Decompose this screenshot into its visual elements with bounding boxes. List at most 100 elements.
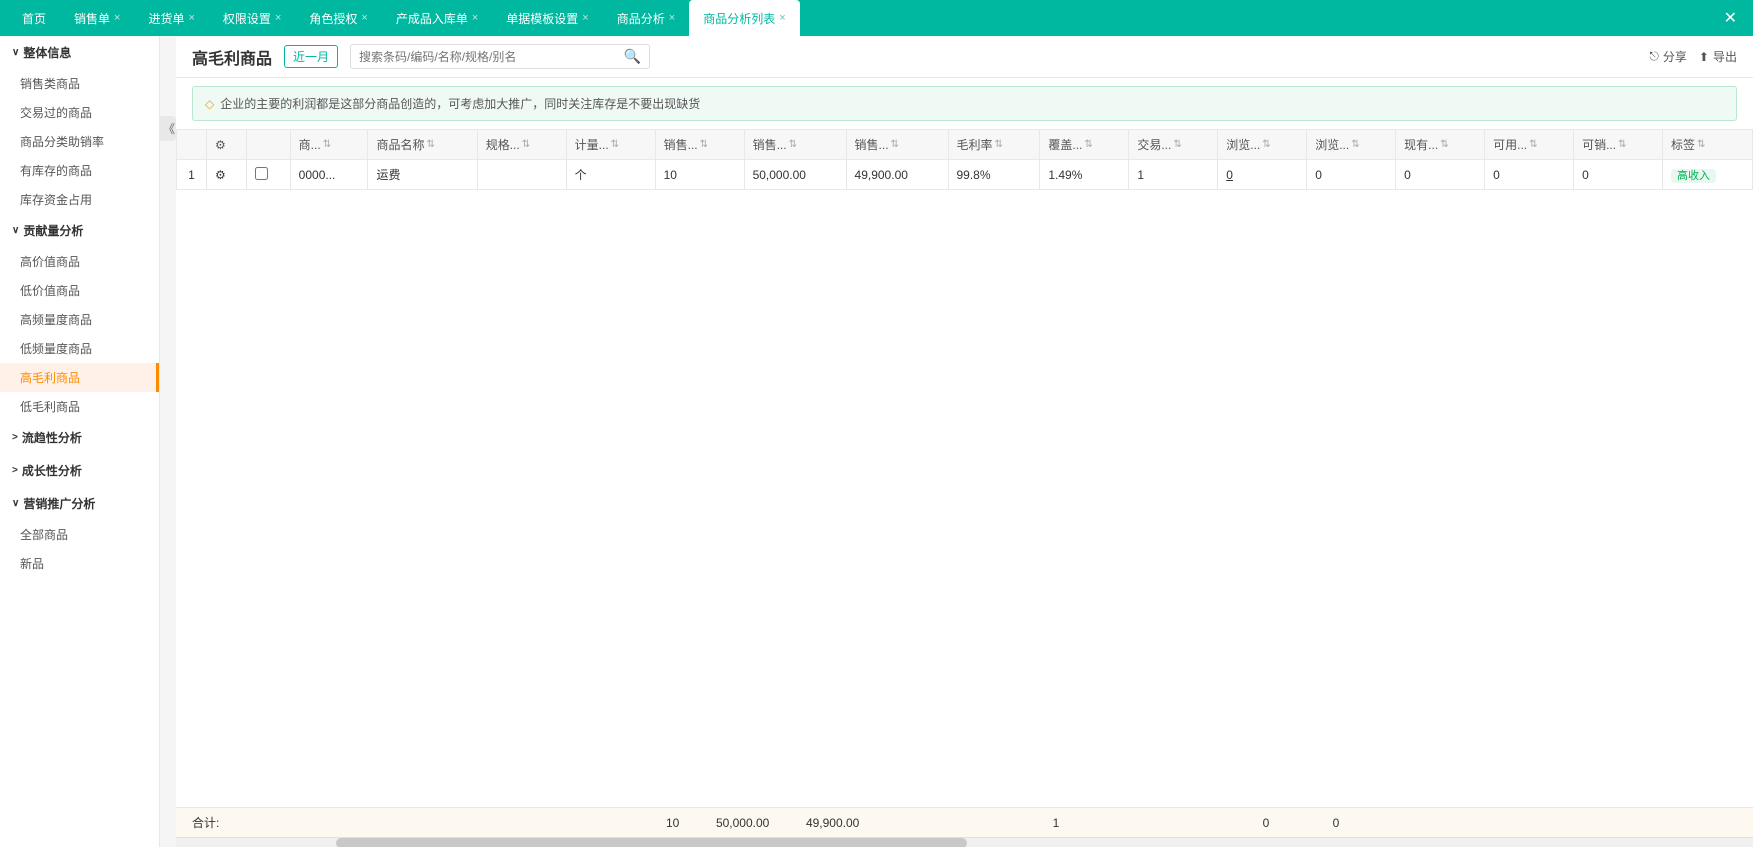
cell-available1: 0 xyxy=(1396,160,1485,190)
top-navigation: 首页销售单×进货单×权限设置×角色授权×产成品入库单×单据模板设置×商品分析×商… xyxy=(0,0,1753,36)
browse1-link[interactable]: 0 xyxy=(1226,168,1233,182)
sidebar-item-label-goods-contribution: 商品分类助销率 xyxy=(20,135,104,149)
sort-icon-sales-count: ⇅ xyxy=(700,139,708,150)
nav-tab-close-product-entry[interactable]: × xyxy=(472,12,478,24)
sort-icon-code: ⇅ xyxy=(323,139,331,150)
sidebar-group-arrow-marketing-analysis: ∨ xyxy=(12,498,19,509)
nav-tab-home[interactable]: 首页 xyxy=(8,0,60,36)
sidebar-group-label-marketing-analysis: 营销推广分析 xyxy=(23,495,95,512)
footer-spec xyxy=(487,816,557,830)
table-container: ⚙商...⇅商品名称⇅规格...⇅计量...⇅销售...⇅销售...⇅销售...… xyxy=(176,129,1753,807)
sidebar-group-trend-analysis[interactable]: > 流趋性分析 xyxy=(0,421,159,454)
col-header-browse2[interactable]: 浏览...⇅ xyxy=(1307,130,1396,160)
sidebar-item-label-new-goods: 新品 xyxy=(20,557,44,571)
sidebar-item-high-margin[interactable]: 高毛利商品 xyxy=(0,363,159,392)
sidebar-group-wealth-analysis[interactable]: ∨ 贡献量分析 xyxy=(0,214,159,247)
footer-trade-count: 1 xyxy=(1007,816,1067,830)
nav-tab-close-order-template[interactable]: × xyxy=(582,12,588,24)
col-header-spec[interactable]: 规格...⇅ xyxy=(477,130,566,160)
nav-tab-close-purchase[interactable]: × xyxy=(188,12,194,24)
sidebar-item-inventory-capital[interactable]: 库存资金占用 xyxy=(0,185,159,214)
export-button[interactable]: ⬆ 导出 xyxy=(1699,48,1737,65)
tag-badge: 高收入 xyxy=(1671,169,1716,183)
content-header: 高毛利商品 近一月 🔍 ⎋ 分享 ⬆ 导出 xyxy=(176,36,1753,78)
col-header-sales-profit[interactable]: 销售...⇅ xyxy=(846,130,948,160)
col-header-sales-amount[interactable]: 销售...⇅ xyxy=(744,130,846,160)
col-header-code[interactable]: 商...⇅ xyxy=(290,130,368,160)
col-header-tag[interactable]: 标签⇅ xyxy=(1663,130,1753,160)
sidebar-item-label-high-value: 高价值商品 xyxy=(20,255,80,269)
col-header-coverage[interactable]: 覆盖...⇅ xyxy=(1040,130,1129,160)
filter-button[interactable]: 近一月 xyxy=(284,45,338,68)
col-header-available2[interactable]: 可用...⇅ xyxy=(1485,130,1574,160)
sidebar-item-sales-goods[interactable]: 销售类商品 xyxy=(0,69,159,98)
cell-settings[interactable]: ⚙ xyxy=(207,160,247,190)
sort-icon-browse2: ⇅ xyxy=(1351,139,1359,150)
nav-tab-close-product-analysis-list[interactable]: × xyxy=(779,12,785,24)
col-header-unit[interactable]: 计量...⇅ xyxy=(566,130,655,160)
sidebar-item-low-freq[interactable]: 低频量度商品 xyxy=(0,334,159,363)
search-icon: 🔍 xyxy=(624,48,641,65)
sidebar-collapse-button[interactable]: 《 xyxy=(160,116,176,141)
cell-index: 1 xyxy=(177,160,207,190)
cell-checkbox[interactable] xyxy=(247,160,290,190)
col-header-margin-rate[interactable]: 毛利率⇅ xyxy=(948,130,1040,160)
cell-sales-amount: 50,000.00 xyxy=(744,160,846,190)
sidebar-group-label-growth-analysis: 成长性分析 xyxy=(22,462,82,479)
col-header-trade-count[interactable]: 交易...⇅ xyxy=(1129,130,1218,160)
sidebar-group-arrow-growth-analysis: > xyxy=(12,465,18,476)
sidebar-item-goods-contribution[interactable]: 商品分类助销率 xyxy=(0,127,159,156)
nav-tab-close-sales[interactable]: × xyxy=(114,12,120,24)
sidebar-item-all-goods[interactable]: 全部商品 xyxy=(0,520,159,549)
sidebar-item-low-value[interactable]: 低价值商品 xyxy=(0,276,159,305)
row-settings-icon[interactable]: ⚙ xyxy=(215,168,226,182)
nav-tab-label: 角色授权 xyxy=(309,10,357,27)
horizontal-scrollbar[interactable] xyxy=(176,837,1753,847)
nav-tab-product-analysis[interactable]: 商品分析× xyxy=(603,0,689,36)
col-header-browse1[interactable]: 浏览...⇅ xyxy=(1218,130,1307,160)
window-close-button[interactable]: ✕ xyxy=(1716,8,1745,28)
nav-tab-order-template[interactable]: 单据模板设置 × xyxy=(492,0,602,36)
cell-code: 0000... xyxy=(290,160,368,190)
nav-tab-permission[interactable]: 权限设置× xyxy=(209,0,295,36)
sidebar-item-label-traded-goods: 交易过的商品 xyxy=(20,106,92,120)
export-icon: ⬆ xyxy=(1699,50,1709,64)
nav-tab-product-analysis-list[interactable]: 商品分析列表 × xyxy=(689,0,799,36)
sidebar-item-high-freq[interactable]: 高频量度商品 xyxy=(0,305,159,334)
col-header-settings: ⚙ xyxy=(207,130,247,160)
nav-tab-label: 单据模板设置 xyxy=(506,10,578,27)
search-input[interactable] xyxy=(359,50,624,64)
nav-tab-label: 销售单 xyxy=(74,10,110,27)
nav-tab-product-entry[interactable]: 产成品入库单× xyxy=(382,0,492,36)
footer-code xyxy=(287,816,367,830)
col-header-sales-count[interactable]: 销售...⇅ xyxy=(655,130,744,160)
nav-tab-label: 商品分析列表 xyxy=(703,10,775,27)
col-header-available1[interactable]: 现有...⇅ xyxy=(1396,130,1485,160)
sort-icon-coverage: ⇅ xyxy=(1084,139,1092,150)
share-button[interactable]: ⎋ 分享 xyxy=(1649,48,1687,65)
row-checkbox[interactable] xyxy=(255,167,268,180)
sidebar-item-stocked-goods[interactable]: 有库存的商品 xyxy=(0,156,159,185)
sidebar-group-arrow-wealth-analysis: ∨ xyxy=(12,225,19,236)
nav-tab-purchase[interactable]: 进货单× xyxy=(134,0,208,36)
footer-name xyxy=(367,816,487,830)
col-header-checkbox xyxy=(247,130,290,160)
footer-coverage xyxy=(937,816,1007,830)
sidebar-group-label-overall: 整体信息 xyxy=(23,44,71,61)
col-header-sellable[interactable]: 可销...⇅ xyxy=(1574,130,1663,160)
nav-tab-role[interactable]: 角色授权 × xyxy=(295,0,381,36)
sidebar-item-traded-goods[interactable]: 交易过的商品 xyxy=(0,98,159,127)
nav-tab-close-role[interactable]: × xyxy=(361,12,367,24)
sidebar-group-overall[interactable]: ∨ 整体信息 xyxy=(0,36,159,69)
sidebar-item-high-value[interactable]: 高价值商品 xyxy=(0,247,159,276)
sidebar-item-low-margin[interactable]: 低毛利商品 xyxy=(0,392,159,421)
col-header-name[interactable]: 商品名称⇅ xyxy=(368,130,477,160)
nav-tab-close-permission[interactable]: × xyxy=(275,12,281,24)
cell-trade-count: 1 xyxy=(1129,160,1218,190)
nav-tab-sales[interactable]: 销售单 × xyxy=(60,0,134,36)
nav-tab-close-product-analysis[interactable]: × xyxy=(669,12,675,24)
sidebar-group-growth-analysis[interactable]: > 成长性分析 xyxy=(0,454,159,487)
sidebar-item-new-goods[interactable]: 新品 xyxy=(0,549,159,578)
info-bar: ◇ 企业的主要的利润都是这部分商品创造的，可考虑加大推广，同时关注库存是不要出现… xyxy=(192,86,1737,121)
sidebar-group-marketing-analysis[interactable]: ∨ 营销推广分析 xyxy=(0,487,159,520)
